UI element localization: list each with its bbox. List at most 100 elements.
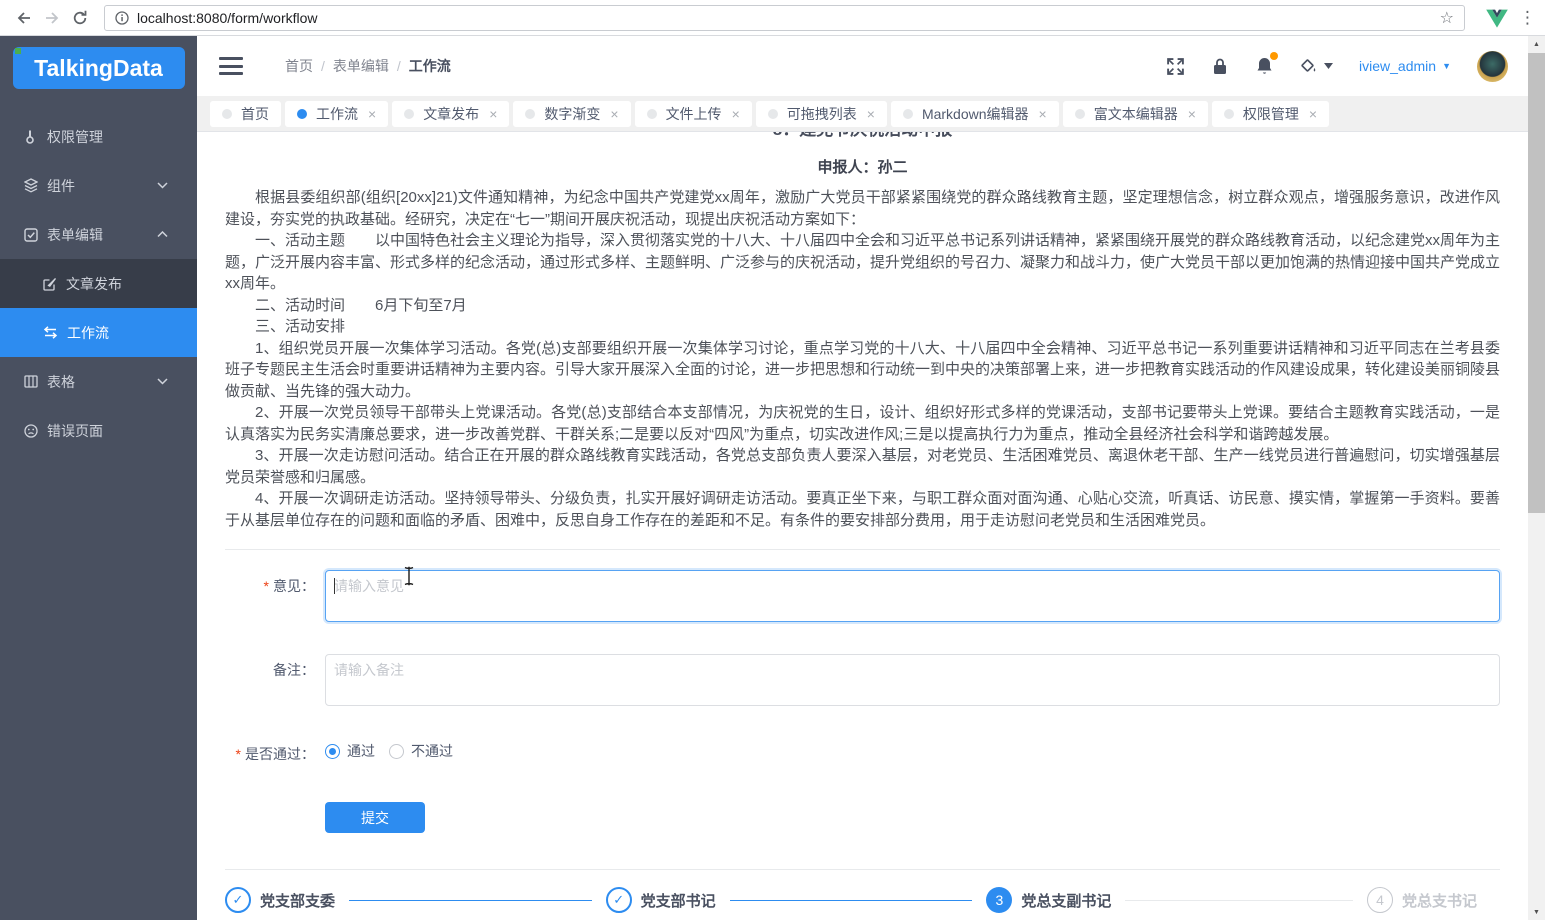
tab-label: 权限管理 [1242, 105, 1299, 122]
note-textarea[interactable] [325, 654, 1500, 706]
step-check-icon: ✓ [225, 887, 251, 913]
tab-article-publish[interactable]: 文章发布 × [392, 100, 510, 127]
notification-badge [1270, 52, 1279, 60]
table-icon [24, 375, 38, 388]
chevron-down-icon [157, 182, 168, 189]
paragraph: 3、开展一次走访慰问活动。结合正在开展的群众路线教育实践活动，各党总支部负责人要… [225, 447, 1500, 486]
notifications-button[interactable] [1255, 52, 1279, 76]
close-icon[interactable]: × [368, 107, 376, 121]
caret-down-icon [1324, 63, 1334, 69]
tab-permission[interactable]: 权限管理 × [1211, 100, 1330, 127]
step-number: 3 [986, 887, 1013, 913]
browser-chrome: localhost:8080/form/workflow ☆ ⋮ [0, 0, 1545, 36]
browser-back-button[interactable] [10, 4, 38, 32]
sidebar-item-label: 工作流 [67, 324, 109, 341]
page-info-icon[interactable] [115, 10, 129, 25]
step-number: 4 [1367, 887, 1394, 913]
close-icon[interactable]: × [610, 107, 618, 121]
scrollbar-thumb[interactable] [1528, 53, 1545, 513]
browser-reload-button[interactable] [66, 4, 94, 32]
tab-home[interactable]: 首页 [210, 100, 281, 127]
sidebar-item-label: 文章发布 [66, 275, 122, 292]
app-logo[interactable]: TalkingData [0, 36, 197, 100]
breadcrumb-home[interactable]: 首页 [285, 56, 313, 76]
tab-markdown-editor[interactable]: Markdown编辑器 × [890, 100, 1059, 127]
close-icon[interactable]: × [732, 107, 740, 121]
tab-workflow[interactable]: 工作流 × [285, 100, 389, 127]
compose-icon [43, 277, 57, 291]
sidebar-item-permission[interactable]: 权限管理 [0, 112, 197, 161]
scroll-down-arrow-icon[interactable]: ▼ [1528, 904, 1545, 920]
opinion-label: 意见： [225, 570, 315, 627]
tab-label: 数字渐变 [544, 105, 601, 122]
header-actions: iview_admin ▼ [1166, 50, 1508, 82]
radio-label: 通过 [347, 743, 375, 759]
sidebar-item-article-publish[interactable]: 文章发布 [0, 259, 197, 308]
avatar[interactable] [1477, 50, 1508, 82]
sidebar-item-components[interactable]: 组件 [0, 161, 197, 210]
sidebar-menu: 权限管理 组件 表单编辑 文章发布 工作流 表格 错误页面 [0, 112, 197, 455]
radio-no-pass[interactable]: 不通过 [389, 741, 453, 761]
sidebar-item-error-page[interactable]: 错误页面 [0, 406, 197, 455]
form-edit-submenu: 文章发布 工作流 [0, 259, 197, 357]
browser-forward-button[interactable] [38, 4, 66, 32]
app-header: 首页 / 表单编辑 / 工作流 iview_admin ▼ [197, 36, 1528, 96]
chevron-up-icon [157, 231, 168, 238]
tab-dot-icon [525, 108, 536, 119]
fullscreen-button[interactable] [1166, 57, 1185, 76]
tab-dot-icon [1223, 108, 1234, 119]
paragraph: 1、组织党员开展一次集体学习活动。各党(总)支部要组织开展一次集体学习讨论，重点… [225, 339, 1500, 400]
tab-upload[interactable]: 文件上传 × [634, 100, 752, 127]
paragraph: 三、活动安排 [255, 318, 346, 335]
back-arrow-icon [17, 11, 30, 24]
sidebar-item-workflow[interactable]: 工作流 [0, 308, 197, 357]
address-bar[interactable]: localhost:8080/form/workflow ☆ [104, 4, 1465, 31]
scroll-up-arrow-icon[interactable]: ▲ [1528, 36, 1545, 52]
paragraph: 2、开展一次党员领导干部带头上党课活动。各党(总)支部结合本支部情况，为庆祝党的… [225, 404, 1500, 443]
sidebar: TalkingData 权限管理 组件 表单编辑 文章发布 工作流 表格 错误页… [0, 36, 197, 920]
close-icon[interactable]: × [1309, 107, 1317, 121]
tab-dot-icon [222, 108, 232, 119]
forward-arrow-icon [46, 11, 59, 24]
document-title: 8：建党节庆祝活动申报 [225, 132, 1500, 142]
close-icon[interactable]: × [1039, 107, 1047, 121]
tab-rich-text-editor[interactable]: 富文本编辑器 × [1062, 100, 1208, 127]
step-3: 3 党总支副书记 王五审核并通过 [986, 887, 1367, 920]
vue-devtools-icon[interactable] [1485, 7, 1509, 29]
paragraph: 一、活动主题 以中国特色社会主义理论为指导，深入贯彻落实党的十八大、十八届四中全… [225, 232, 1500, 292]
collapse-sidebar-button[interactable] [219, 57, 243, 75]
paint-bucket-icon [1301, 59, 1316, 72]
step-connector [1125, 899, 1354, 901]
close-icon[interactable]: × [489, 107, 497, 121]
mouse-ibeam-cursor [404, 566, 414, 586]
bookmark-star-icon[interactable]: ☆ [1440, 8, 1454, 28]
opinion-textarea[interactable] [325, 570, 1500, 622]
note-label: 备注： [273, 662, 315, 678]
close-icon[interactable]: × [1188, 107, 1196, 121]
page-scrollbar[interactable]: ▲ ▼ [1528, 36, 1545, 920]
document-reporter: 申报人：孙二 [817, 159, 908, 176]
close-icon[interactable]: × [867, 107, 875, 121]
tab-drag-list[interactable]: 可拖拽列表 × [755, 100, 887, 127]
user-menu[interactable]: iview_admin ▼ [1359, 58, 1451, 74]
approval-form: 意见： 备注： 是否通过： 通过 不通过 [225, 570, 1500, 833]
step-title: 党支部支委 [260, 892, 336, 910]
radio-unselected-icon [389, 743, 404, 759]
fullscreen-icon [1167, 57, 1184, 75]
breadcrumb-form-edit[interactable]: 表单编辑 [333, 56, 389, 76]
theme-button[interactable] [1300, 57, 1334, 75]
submit-button[interactable]: 提交 [325, 802, 425, 833]
caret-down-icon: ▼ [1442, 61, 1451, 71]
url-text[interactable]: localhost:8080/form/workflow [137, 10, 1440, 26]
step-4: 4 党总支书记 赵六审核并通过 [1367, 887, 1500, 920]
layers-icon [24, 178, 38, 193]
sidebar-item-table[interactable]: 表格 [0, 357, 197, 406]
username: iview_admin [1359, 58, 1437, 74]
radio-pass[interactable]: 通过 [325, 741, 375, 761]
pass-radio-group: 通过 不通过 [325, 741, 453, 761]
lock-button[interactable] [1211, 57, 1229, 76]
paragraph: 根据县委组织部(组织[20xx]21)文件通知精神，为纪念中国共产党建党xx周年… [225, 189, 1500, 228]
tab-count-to[interactable]: 数字渐变 × [513, 100, 631, 127]
browser-menu-icon[interactable]: ⋮ [1519, 8, 1536, 28]
sidebar-item-form-edit[interactable]: 表单编辑 [0, 210, 197, 259]
